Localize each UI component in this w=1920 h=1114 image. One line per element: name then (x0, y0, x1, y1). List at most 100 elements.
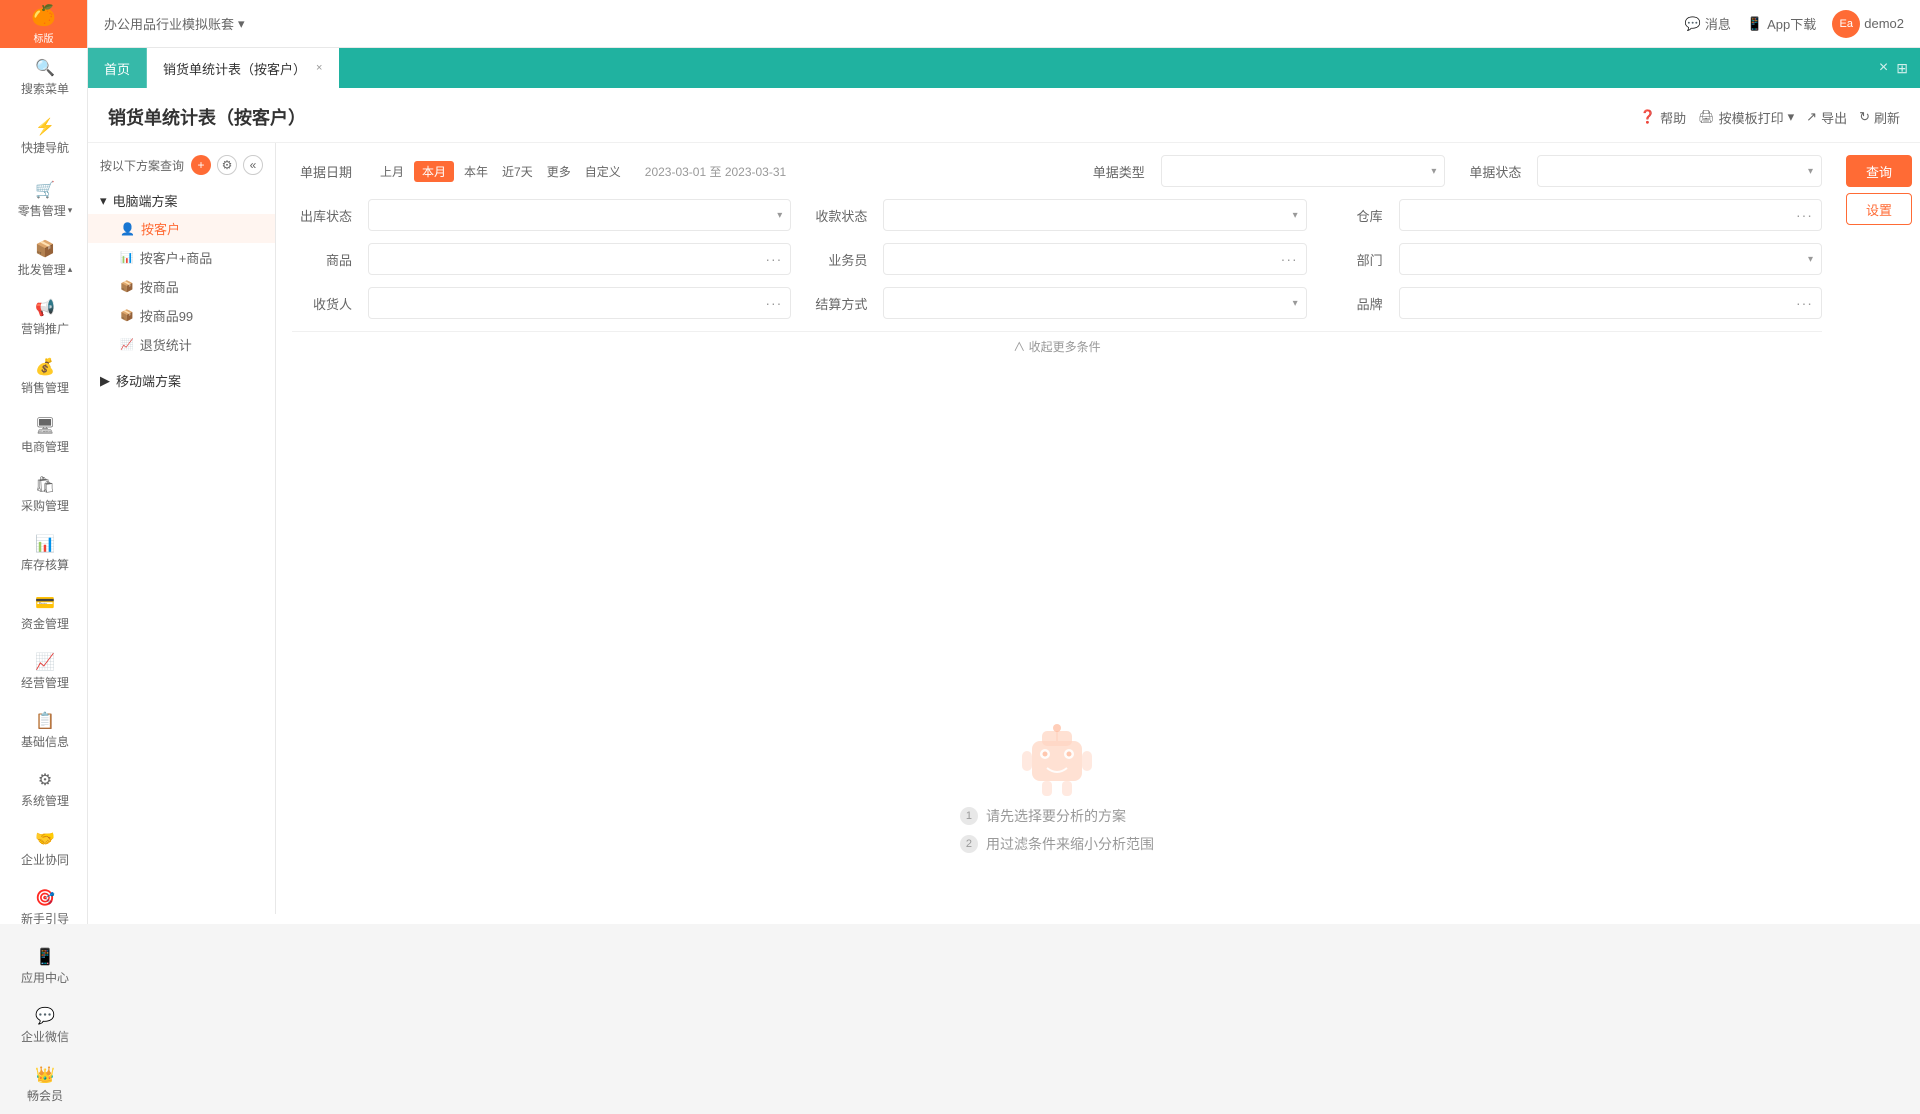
settings-button[interactable]: 设置 (1846, 193, 1912, 225)
tip-text-2: 用过滤条件来缩小分析范围 (986, 834, 1154, 854)
inventory-label: 库存核算 (21, 556, 69, 573)
date-last7-btn[interactable]: 近7天 (498, 161, 537, 182)
help-icon: ❓ (1640, 109, 1656, 125)
date-this-month-btn[interactable]: 本月 (414, 161, 454, 182)
help-label: 帮助 (1660, 108, 1686, 127)
empty-tips: 1 请先选择要分析的方案 2 用过滤条件来缩小分析范围 (960, 806, 1154, 854)
sidebar-item-wholesale[interactable]: 📦 批发管理▴ (0, 229, 87, 288)
app-download-btn[interactable]: 📱 App下载 (1747, 14, 1816, 33)
sidebar-item-appcenter[interactable]: 📱 应用中心 (0, 937, 87, 996)
warehouse-control[interactable]: ··· (1399, 199, 1822, 231)
sidebar-item-inventory[interactable]: 📊 库存核算 (0, 524, 87, 583)
sidebar-item-marketing[interactable]: 📢 营销推广 (0, 288, 87, 347)
sidebar-item-sales[interactable]: 💰 销售管理 (0, 347, 87, 406)
scheme-item-by-goods[interactable]: 📦 按商品 (88, 272, 275, 301)
scheme-item-by-customer[interactable]: 👤 按客户 (88, 214, 275, 243)
export-label: 导出 (1821, 108, 1847, 127)
scheme-actions: + ⚙ « (191, 155, 263, 175)
filter-row-3: 商品 ··· 业务员 ··· 部门 ▾ (292, 243, 1822, 275)
scheme-item-by-goods99[interactable]: 📦 按商品99 (88, 301, 275, 330)
goods-control[interactable]: ··· (368, 243, 791, 275)
sidebar-item-wechat[interactable]: 💬 企业微信 (0, 996, 87, 1055)
refresh-btn[interactable]: ↻ 刷新 (1859, 108, 1900, 127)
print-label: 按模板打印 (1719, 108, 1784, 127)
company-selector[interactable]: 办公用品行业模拟账套 ▾ (104, 14, 245, 33)
main-container: 办公用品行业模拟账套 ▾ 💬 消息 📱 App下载 Ea demo2 首页 (88, 0, 1920, 924)
staff-control[interactable]: ··· (883, 243, 1306, 275)
retail-icon: 🛒 (35, 180, 55, 200)
sidebar-item-basics[interactable]: 📋 基础信息 (0, 701, 87, 760)
purchase-icon: 🛍 (35, 475, 55, 495)
maximize-window-icon[interactable]: ⊞ (1896, 60, 1908, 77)
tab-sales-report[interactable]: 销货单统计表（按客户） × (147, 48, 339, 88)
sidebar-item-retail[interactable]: 🛒 零售管理▾ (0, 170, 87, 229)
marketing-icon: 📢 (35, 298, 55, 318)
date-last-month-btn[interactable]: 上月 (376, 161, 408, 182)
purchase-label: 采购管理 (21, 497, 69, 514)
settle-control[interactable]: ▾ (883, 287, 1306, 319)
goods-dots[interactable]: ··· (765, 251, 782, 267)
sidebar-item-purchase[interactable]: 🛍 采购管理 (0, 465, 87, 524)
payment-status-control[interactable]: ▾ (883, 199, 1306, 231)
page-header: 销货单统计表（按客户） ❓ 帮助 🖨 按模板打印 ▾ ↗ 导出 ↻ 刷新 (88, 88, 1920, 143)
scheme-collapse-btn[interactable]: « (243, 155, 263, 175)
consignee-dots[interactable]: ··· (765, 295, 782, 311)
brand-control[interactable]: ··· (1399, 287, 1822, 319)
collapse-bar[interactable]: ∧ 收起更多条件 (292, 331, 1822, 361)
page-content: 销货单统计表（按客户） ❓ 帮助 🖨 按模板打印 ▾ ↗ 导出 ↻ 刷新 (88, 88, 1920, 924)
quicknav-label: 快捷导航 (21, 139, 69, 156)
collab-icon: 🤝 (35, 829, 55, 849)
warehouse-dots[interactable]: ··· (1796, 207, 1813, 223)
user-area[interactable]: Ea demo2 (1832, 10, 1904, 38)
refresh-icon: ↻ (1859, 109, 1870, 125)
sidebar: 🍊 标版 🔍 搜索菜单 ⚡ 快捷导航 🛒 零售管理▾ 📦 批发管理▴ 📢 营销推… (0, 0, 88, 924)
sidebar-item-quicknav[interactable]: ⚡ 快捷导航 (0, 107, 87, 166)
sidebar-item-search[interactable]: 🔍 搜索菜单 (0, 48, 87, 107)
scheme-item-return-stats[interactable]: 📈 退货统计 (88, 330, 275, 359)
company-dropdown-icon: ▾ (238, 16, 245, 32)
date-custom-btn[interactable]: 自定义 (581, 161, 625, 182)
sidebar-item-system[interactable]: ⚙ 系统管理 (0, 760, 87, 819)
appcenter-icon: 📱 (35, 947, 55, 967)
brand-dots[interactable]: ··· (1796, 295, 1813, 311)
scheme-item-customer-goods[interactable]: 📊 按客户+商品 (88, 243, 275, 272)
date-this-year-btn[interactable]: 本年 (460, 161, 492, 182)
message-btn[interactable]: 💬 消息 (1685, 14, 1731, 33)
settle-dropdown: ▾ (1293, 298, 1298, 309)
help-btn[interactable]: ❓ 帮助 (1640, 108, 1686, 127)
mobile-group-label: 移动端方案 (116, 371, 181, 390)
empty-state: 1 请先选择要分析的方案 2 用过滤条件来缩小分析范围 (276, 646, 1838, 914)
doc-type-control[interactable]: ▾ (1161, 155, 1446, 187)
query-button[interactable]: 查询 (1846, 155, 1912, 187)
dept-control[interactable]: ▾ (1399, 243, 1822, 275)
scheme-mobile-group-header[interactable]: ▶ 移动端方案 (88, 367, 275, 394)
tab-home[interactable]: 首页 (88, 48, 147, 88)
date-more-btn[interactable]: 更多 (543, 161, 575, 182)
sidebar-item-member[interactable]: 👑 畅会员 (0, 1055, 87, 1114)
out-status-control[interactable]: ▾ (368, 199, 791, 231)
payment-status-label: 收款状态 (807, 206, 867, 225)
sidebar-item-finance[interactable]: 💳 资金管理 (0, 583, 87, 642)
doc-status-control[interactable]: ▾ (1537, 155, 1822, 187)
scheme-settings-btn[interactable]: ⚙ (217, 155, 237, 175)
goods-icon: 📦 (120, 280, 134, 293)
sidebar-item-ecommerce[interactable]: 🖥 电商管理 (0, 406, 87, 465)
print-btn[interactable]: 🖨 按模板打印 ▾ (1698, 108, 1794, 127)
sidebar-item-operations[interactable]: 📈 经营管理 (0, 642, 87, 701)
staff-dots[interactable]: ··· (1281, 251, 1298, 267)
consignee-control[interactable]: ··· (368, 287, 791, 319)
operations-icon: 📈 (35, 652, 55, 672)
doc-type-label: 单据类型 (1085, 162, 1145, 181)
scheme-desktop-group-header[interactable]: ▾ 电脑端方案 (88, 187, 275, 214)
content-body: 按以下方案查询 + ⚙ « ▾ 电脑端方案 👤 按客户 (88, 143, 1920, 914)
basics-label: 基础信息 (21, 733, 69, 750)
desktop-group-label: 电脑端方案 (113, 191, 178, 210)
appcenter-label: 应用中心 (21, 969, 69, 986)
sidebar-item-guide[interactable]: 🎯 新手引导 (0, 878, 87, 937)
export-btn[interactable]: ↗ 导出 (1806, 108, 1847, 127)
sidebar-item-collab[interactable]: 🤝 企业协同 (0, 819, 87, 878)
close-window-icon[interactable]: × (1879, 59, 1888, 77)
ecommerce-icon: 🖥 (35, 416, 55, 436)
tab-close-icon[interactable]: × (316, 62, 322, 74)
scheme-add-btn[interactable]: + (191, 155, 211, 175)
